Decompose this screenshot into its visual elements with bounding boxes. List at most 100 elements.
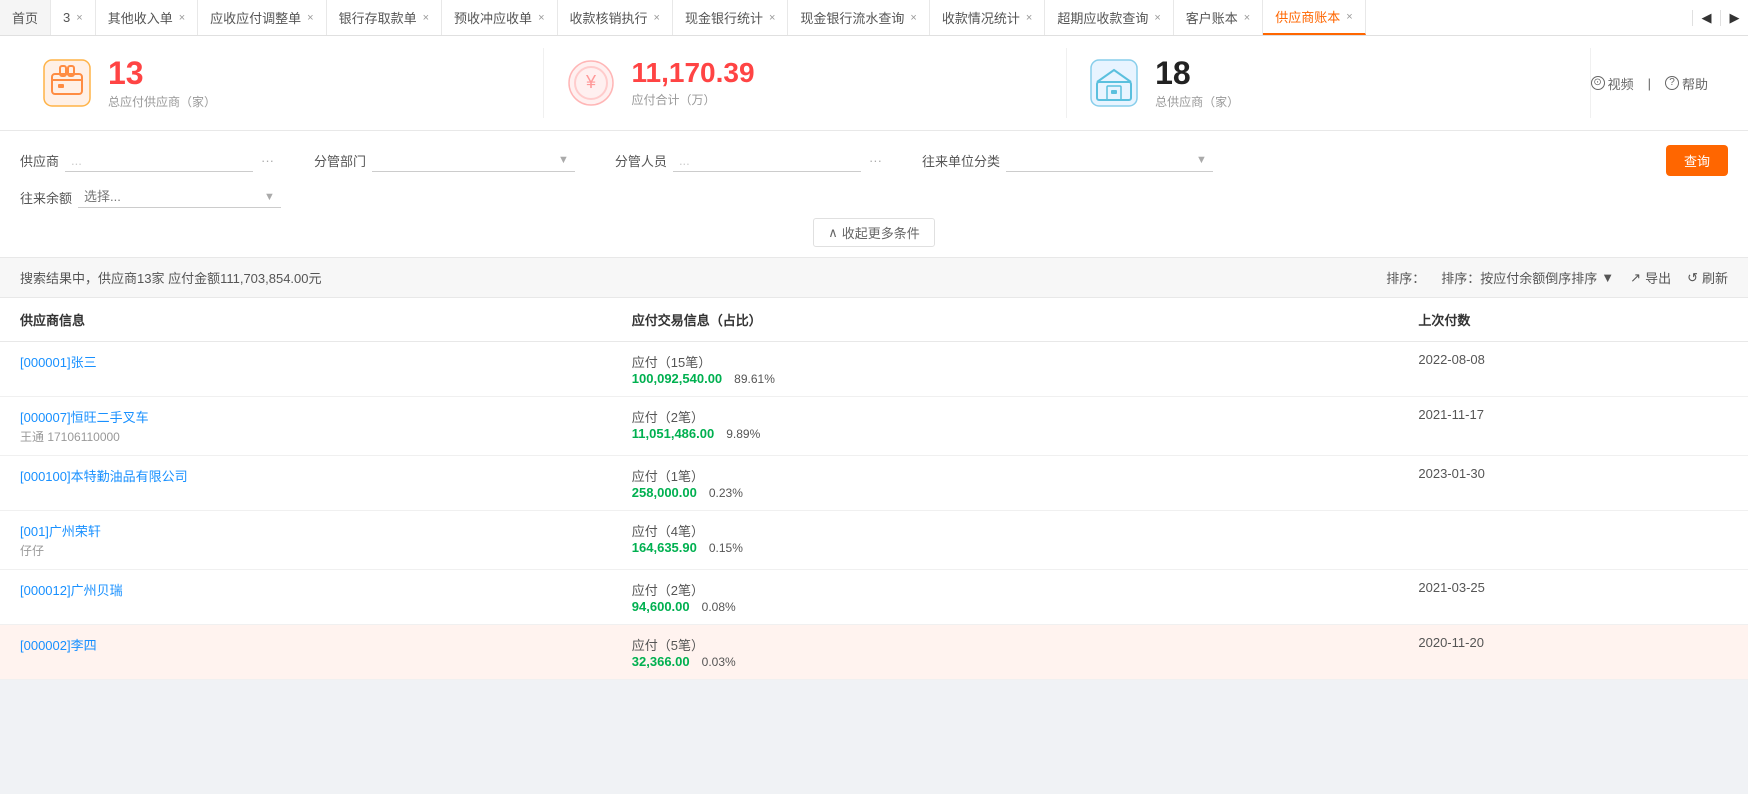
txn-cell: 应付（2笔）11,051,486.009.89%: [612, 397, 1399, 456]
video-link[interactable]: ⊙ 视频: [1591, 74, 1634, 93]
txn-amount[interactable]: 164,635.90: [632, 540, 697, 555]
last-payment-cell: 2022-08-08: [1398, 342, 1748, 397]
table-header-row: 供应商信息 应付交易信息（占比） 上次付数: [0, 298, 1748, 342]
nav-tab-cash-query[interactable]: 现金银行流水查询 ×: [788, 0, 929, 35]
last-payment-cell: 2021-03-25: [1398, 570, 1748, 625]
filter-supplier: 供应商 ···: [20, 150, 274, 172]
close-icon[interactable]: ×: [910, 12, 916, 24]
close-icon[interactable]: ×: [179, 12, 185, 24]
stat-card-payable-suppliers: 13 总应付供应商（家）: [20, 48, 544, 118]
close-icon[interactable]: ×: [1244, 12, 1250, 24]
chevron-down-icon: ▼: [1601, 270, 1614, 285]
nav-tab-income[interactable]: 其他收入单 ×: [96, 0, 198, 35]
txn-amount[interactable]: 32,366.00: [632, 654, 690, 669]
nav-tab-prepay[interactable]: 预收冲应收单 ×: [442, 0, 557, 35]
dept-input[interactable]: [378, 153, 554, 168]
supplier-link[interactable]: [000001]张三: [20, 355, 97, 370]
export-icon: ↗: [1630, 270, 1641, 286]
txn-percent: 0.15%: [709, 541, 743, 555]
balance-input[interactable]: [84, 189, 260, 204]
filter-category: 往来单位分类 ▼: [922, 150, 1213, 172]
close-icon[interactable]: ×: [769, 12, 775, 24]
nav-next-button[interactable]: ▶: [1720, 10, 1748, 26]
table-row: [000012]广州贝瑞 应付（2笔）94,600.00 0.08% 2021-03-…: [0, 570, 1748, 625]
help-icon: ?: [1665, 76, 1679, 90]
filter-row-1: 供应商 ··· 分管部门 ▼ 分管人员 ··· 往来单位分类 ▼: [20, 145, 1728, 176]
filter-area: 供应商 ··· 分管部门 ▼ 分管人员 ··· 往来单位分类 ▼: [0, 131, 1748, 258]
txn-amount[interactable]: 11,051,486.00: [632, 426, 714, 441]
supplier-sub-info: 仔仔: [20, 542, 592, 559]
stats-bar: 13 总应付供应商（家） ¥ 11,170.39 应付合计（万）: [0, 36, 1748, 131]
supplier-link[interactable]: [000012]广州贝瑞: [20, 583, 123, 598]
stat-card-payable-total: ¥ 11,170.39 应付合计（万）: [544, 48, 1068, 118]
nav-tab-adjust[interactable]: 应收应付调整单 ×: [198, 0, 326, 35]
nav-tab-overdue[interactable]: 超期应收款查询 ×: [1045, 0, 1173, 35]
supplier-sub-info: 王通 17106110000: [20, 428, 592, 445]
close-icon[interactable]: ×: [538, 12, 544, 24]
query-button[interactable]: 查询: [1666, 145, 1728, 176]
last-payment-cell: 2023-01-30: [1398, 456, 1748, 511]
table-row: [001]广州荣轩仔仔应付（4笔）164,635.900.15%: [0, 511, 1748, 570]
export-button[interactable]: ↗ 导出: [1630, 268, 1671, 287]
close-icon[interactable]: ×: [307, 12, 313, 24]
category-filter-label: 往来单位分类: [922, 151, 1000, 170]
payable-icon: [40, 56, 94, 110]
col-header-last-payment: 上次付数: [1398, 298, 1748, 342]
sort-select[interactable]: 排序：按应付余额倒序排序 ▼: [1441, 268, 1614, 287]
txn-label: 应付（5笔）: [632, 635, 1379, 654]
circle-icon: ⊙: [1591, 76, 1605, 90]
close-icon[interactable]: ×: [1154, 12, 1160, 24]
txn-amount[interactable]: 258,000.00: [632, 485, 697, 500]
nav-tab-supplier-book[interactable]: 供应商账本 ×: [1263, 0, 1365, 35]
person-input[interactable]: [673, 150, 861, 172]
store-icon: [1087, 56, 1141, 110]
supplier-link[interactable]: [000002]李四: [20, 638, 97, 653]
txn-percent: 0.23%: [709, 486, 743, 500]
supplier-more-icon[interactable]: ···: [261, 153, 274, 168]
nav-prev-button[interactable]: ◀: [1692, 10, 1720, 26]
txn-percent: 0.08%: [702, 600, 736, 614]
txn-cell: 应付（4笔）164,635.900.15%: [612, 511, 1399, 570]
nav-tab-collect-stat[interactable]: 收款情况统计 ×: [930, 0, 1045, 35]
close-icon[interactable]: ×: [1026, 12, 1032, 24]
last-payment-cell: [1398, 511, 1748, 570]
refresh-button[interactable]: ↺ 刷新: [1687, 268, 1728, 287]
supplier-link[interactable]: [001]广州荣轩: [20, 524, 101, 539]
close-icon[interactable]: ×: [423, 12, 429, 24]
category-input[interactable]: [1012, 153, 1192, 168]
nav-tab-verify[interactable]: 收款核销执行 ×: [558, 0, 673, 35]
close-icon[interactable]: ×: [654, 12, 660, 24]
supplier-cell: [000001]张三: [0, 342, 612, 397]
supplier-cell: [001]广州荣轩仔仔: [0, 511, 612, 570]
nav-tab-3[interactable]: 3 ×: [51, 0, 96, 35]
filter-dept: 分管部门 ▼: [314, 150, 575, 172]
person-more-icon[interactable]: ···: [869, 153, 882, 168]
help-link[interactable]: ? 帮助: [1665, 74, 1708, 93]
txn-amount[interactable]: 100,092,540.00: [632, 371, 722, 386]
supplier-link[interactable]: [000100]本特勤油品有限公司: [20, 469, 188, 484]
nav-tab-cash-stat[interactable]: 现金银行统计 ×: [673, 0, 788, 35]
col-header-txn: 应付交易信息（占比）: [612, 298, 1399, 342]
supplier-input[interactable]: [65, 150, 253, 172]
dept-dropdown[interactable]: ▼: [372, 150, 575, 172]
filter-balance: 往来余额 ▼: [20, 186, 281, 208]
txn-label: 应付（2笔）: [632, 407, 1379, 426]
txn-amount[interactable]: 94,600.00: [632, 599, 690, 614]
payable-suppliers-value: 13: [108, 57, 216, 89]
nav-tab-home[interactable]: 首页: [0, 0, 51, 35]
nav-tab-bank[interactable]: 银行存取款单 ×: [327, 0, 442, 35]
close-icon[interactable]: ×: [1346, 11, 1352, 23]
chevron-down-icon: ▼: [264, 191, 275, 203]
txn-label: 应付（2笔）: [632, 580, 1379, 599]
sort-label: 排序：: [1386, 268, 1425, 287]
supplier-link[interactable]: [000007]恒旺二手叉车: [20, 410, 149, 425]
result-info: 搜索结果中，供应商13家 应付金额111,703,854.00元: [20, 268, 322, 287]
collapse-button[interactable]: ∧ 收起更多条件: [813, 218, 935, 247]
stat-card-payable-content: 13 总应付供应商（家）: [108, 57, 216, 110]
nav-tab-customer-book[interactable]: 客户账本 ×: [1174, 0, 1263, 35]
category-dropdown[interactable]: ▼: [1006, 150, 1213, 172]
balance-dropdown[interactable]: ▼: [78, 186, 281, 208]
table-row: [000001]张三应付（15笔）100,092,540.0089.61%202…: [0, 342, 1748, 397]
result-bar: 搜索结果中，供应商13家 应付金额111,703,854.00元 排序： 排序：…: [0, 258, 1748, 298]
close-icon[interactable]: ×: [76, 12, 82, 24]
